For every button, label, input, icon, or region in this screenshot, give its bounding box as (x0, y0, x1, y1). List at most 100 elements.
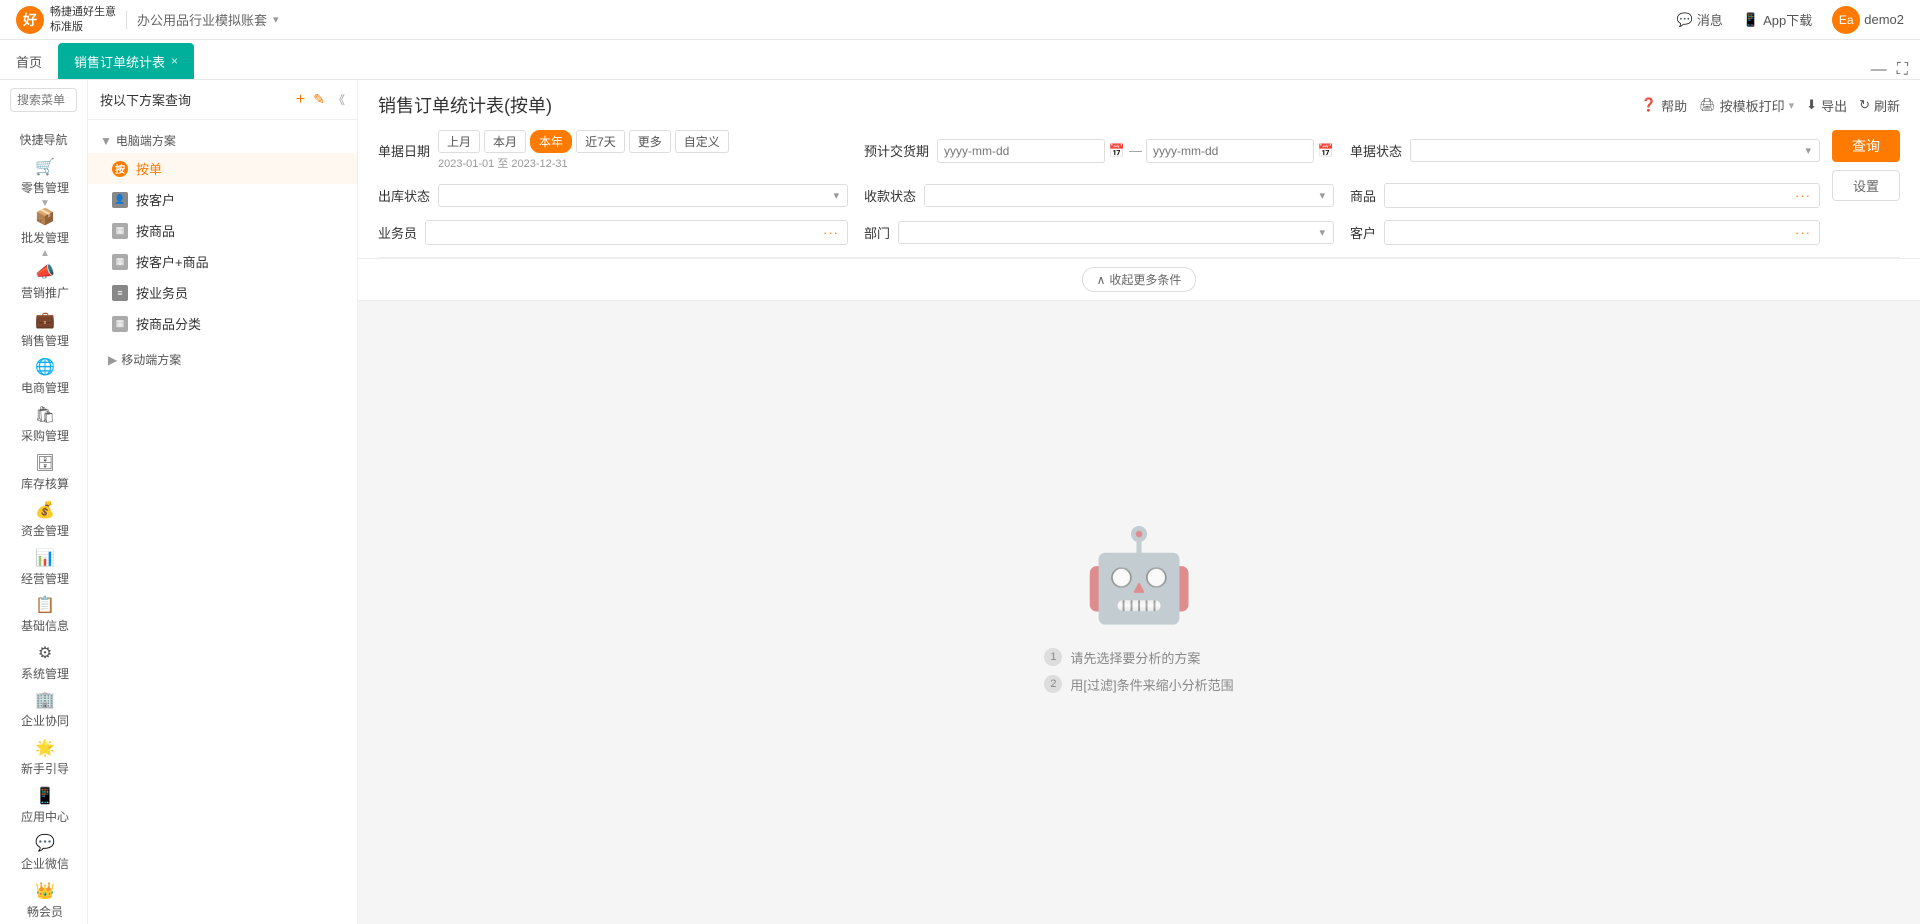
date-btn-7days[interactable]: 近7天 (576, 130, 625, 153)
edit-scheme-icon[interactable]: ✎ (313, 91, 325, 108)
maximize-icon[interactable]: ⛶ (1897, 61, 1908, 79)
sidebar-item-ecommerce[interactable]: 🌐 电商管理 (0, 353, 87, 401)
main-layout: 快捷导航 🛒 零售管理 ▼ 📦 批发管理 ▲ 📣 营销推广 💼 销售管理 🌐 电… (0, 80, 1920, 924)
scheme-item-by-product[interactable]: ▦ 按商品 (88, 215, 357, 246)
scheme-icon-salesperson: ≡ (112, 285, 128, 301)
filter-department: 部门 ▾ (864, 221, 1334, 244)
calendar-icon-end[interactable]: 📅 (1318, 143, 1334, 159)
salesperson-select[interactable]: ··· (425, 220, 848, 245)
tab-restore-buttons: — ⛶ (1859, 61, 1920, 79)
scheme-item-by-customer[interactable]: 👤 按客户 (88, 184, 357, 215)
collapse-bar-inner: ∧ 收起更多条件 (1082, 267, 1197, 292)
help-button[interactable]: ❓ 帮助 (1641, 96, 1687, 115)
sidebar-item-newbie[interactable]: 🌟 新手引导 (0, 734, 87, 782)
scheme-item-by-salesperson[interactable]: ≡ 按业务员 (88, 277, 357, 308)
wechat-icon: 💬 (35, 833, 55, 853)
collapse-bar[interactable]: ∧ 收起更多条件 (358, 259, 1920, 301)
pc-scheme-group[interactable]: ▼ 电脑端方案 (88, 128, 357, 153)
content-area: 按以下方案查询 + ✎ 《 ▼ 电脑端方案 按 按单 (88, 80, 1920, 924)
sidebar-item-system[interactable]: ⚙ 系统管理 (0, 639, 87, 687)
enterprise-icon: 🏢 (35, 690, 55, 710)
filter-customer: 客户 ··· (1350, 220, 1820, 245)
pc-group-arrow: ▼ (100, 134, 112, 148)
sidebar-item-sales[interactable]: 💼 销售管理 (0, 306, 87, 354)
empty-robot-icon: 🤖 (1083, 523, 1195, 628)
user-profile[interactable]: Ea demo2 (1832, 6, 1904, 34)
date-btn-this-year[interactable]: 本年 (530, 130, 572, 153)
collapse-panel-icon[interactable]: 《 (333, 91, 345, 108)
sidebar-item-retail[interactable]: 🛒 零售管理 ▼ (0, 158, 87, 208)
date-btn-more[interactable]: 更多 (629, 130, 671, 153)
search-input[interactable] (10, 88, 77, 112)
logo-icon: 好 (16, 6, 44, 34)
calendar-icon-start[interactable]: 📅 (1109, 143, 1125, 159)
scheme-item-by-customer-product[interactable]: ▦ 按客户+商品 (88, 246, 357, 277)
sidebar-item-basic[interactable]: 📋 基础信息 (0, 591, 87, 639)
sidebar-item-member[interactable]: 👑 畅会员 (0, 876, 87, 924)
setting-button[interactable]: 设置 (1832, 170, 1900, 201)
message-button[interactable]: 💬 消息 (1677, 10, 1723, 29)
sidebar-item-inventory[interactable]: 🗄 库存核算 (0, 448, 87, 496)
scheme-icon-customer-product: ▦ (112, 254, 128, 270)
department-select[interactable]: ▾ (898, 221, 1334, 244)
sidebar-item-operation[interactable]: 📊 经营管理 (0, 543, 87, 591)
minimize-icon[interactable]: — (1871, 61, 1887, 79)
sidebar-item-marketing[interactable]: 📣 营销推广 (0, 258, 87, 306)
tab-sales-stats[interactable]: 销售订单统计表 × (58, 43, 194, 79)
inventory-icon: 🗄 (35, 453, 55, 473)
export-button[interactable]: ⬇ 导出 (1806, 96, 1847, 115)
add-scheme-icon[interactable]: + (296, 91, 305, 109)
filter-date: 单据日期 上月 本月 本年 近7天 更多 自定义 (378, 130, 848, 171)
mobile-scheme-group[interactable]: ▶ 移动端方案 (88, 347, 357, 372)
tab-close-icon[interactable]: × (171, 54, 178, 68)
left-panel-header: 按以下方案查询 + ✎ 《 (88, 80, 357, 120)
sidebar-item-wechat[interactable]: 💬 企业微信 (0, 829, 87, 877)
logo-area: 好 畅捷通好生意 标准版 (16, 5, 116, 34)
date-btn-this-month[interactable]: 本月 (484, 130, 526, 153)
sidebar-item-enterprise[interactable]: 🏢 企业协同 (0, 686, 87, 734)
appstore-icon: 📱 (35, 786, 55, 806)
empty-state: 🤖 1 请先选择要分析的方案 2 用[过滤]条件来缩小分析范围 (358, 301, 1920, 924)
refresh-button[interactable]: ↻ 刷新 (1859, 96, 1900, 115)
title-dropdown-arrow[interactable]: ▾ (273, 13, 279, 26)
page-header: 销售订单统计表(按单) ❓ 帮助 🖨 按模板打印 ▾ ⬇ (358, 80, 1920, 259)
product-select[interactable]: ··· (1384, 183, 1820, 208)
date-btn-last-month[interactable]: 上月 (438, 130, 480, 153)
system-icon: ⚙ (38, 643, 52, 663)
wholesale-icon: 📦 (35, 207, 55, 227)
customer-more-icon[interactable]: ··· (1795, 225, 1811, 240)
status-select[interactable]: ▾ (1410, 139, 1820, 162)
date-btn-custom[interactable]: 自定义 (675, 130, 729, 153)
scheme-item-by-category[interactable]: ▦ 按商品分类 (88, 308, 357, 339)
delivery-status-select[interactable]: ▾ (438, 184, 848, 207)
print-button[interactable]: 🖨 按模板打印 ▾ (1699, 96, 1794, 115)
tab-home[interactable]: 首页 (0, 43, 58, 79)
empty-tip-1: 1 请先选择要分析的方案 (1044, 648, 1233, 667)
expected-date-start[interactable] (937, 139, 1105, 163)
tabbar: 首页 销售订单统计表 × — ⛶ (0, 40, 1920, 80)
right-main: 销售订单统计表(按单) ❓ 帮助 🖨 按模板打印 ▾ ⬇ (358, 80, 1920, 924)
expected-date-end[interactable] (1146, 139, 1314, 163)
sidebar-item-quicknav[interactable]: 快捷导航 (0, 120, 87, 158)
date-filter-buttons: 上月 本月 本年 近7天 更多 自定义 (438, 130, 848, 153)
topbar: 好 畅捷通好生意 标准版 办公用品行业模拟账套 ▾ 💬 消息 📱 App下载 E… (0, 0, 1920, 40)
scheme-item-by-order[interactable]: 按 按单 (88, 153, 357, 184)
app-download-button[interactable]: 📱 App下载 (1743, 10, 1812, 29)
product-more-icon[interactable]: ··· (1795, 188, 1811, 203)
left-panel: 按以下方案查询 + ✎ 《 ▼ 电脑端方案 按 按单 (88, 80, 358, 924)
filter-row-1: 单据日期 上月 本月 本年 近7天 更多 自定义 (378, 130, 1820, 171)
sidebar-item-purchase[interactable]: 🛍 采购管理 (0, 401, 87, 449)
search-button[interactable]: 查询 (1832, 130, 1900, 162)
sidebar-item-appstore[interactable]: 📱 应用中心 (0, 781, 87, 829)
salesperson-more-icon[interactable]: ··· (823, 225, 839, 240)
sidebar-item-wholesale[interactable]: 📦 批发管理 ▲ (0, 208, 87, 258)
purchase-icon: 🛍 (35, 405, 55, 425)
ecommerce-icon: 🌐 (35, 357, 55, 377)
sidebar-search-area (0, 80, 87, 120)
payment-status-select[interactable]: ▾ (924, 184, 1334, 207)
member-icon: 👑 (35, 881, 55, 901)
sidebar-item-finance[interactable]: 💰 资金管理 (0, 496, 87, 544)
collapse-icon: ∧ (1097, 273, 1106, 287)
print-dropdown-arrow[interactable]: ▾ (1789, 99, 1795, 112)
customer-select[interactable]: ··· (1384, 220, 1820, 245)
